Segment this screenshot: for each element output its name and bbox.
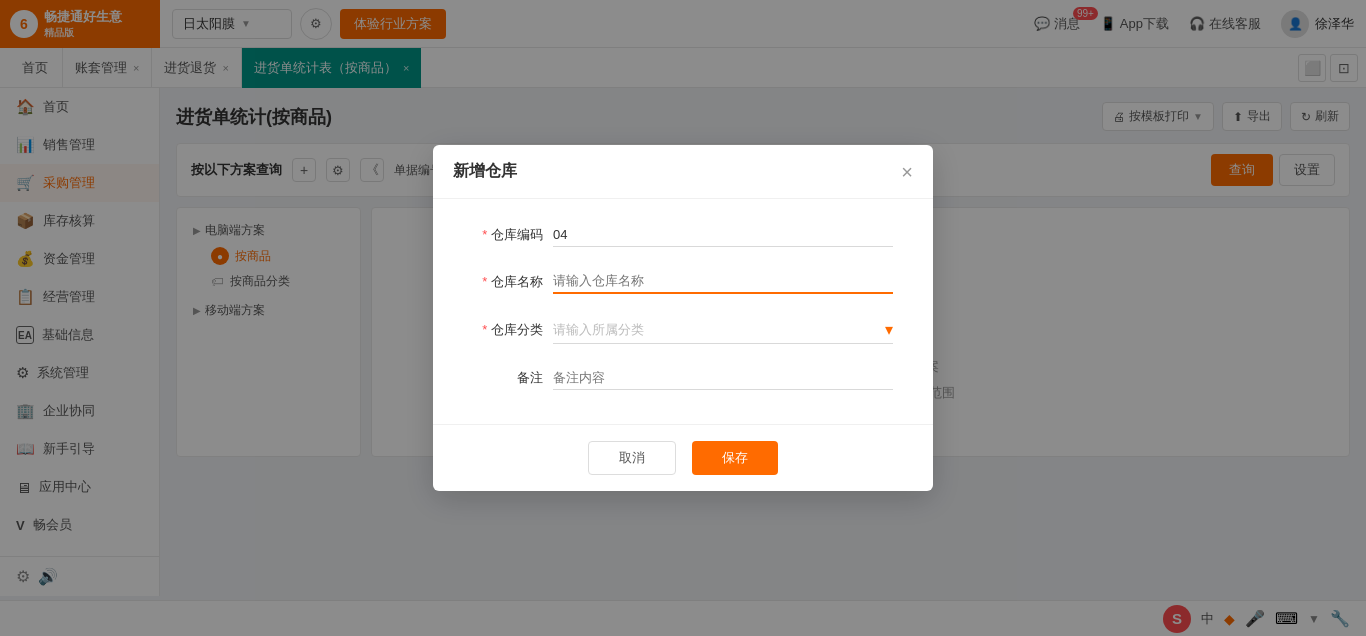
category-label: * 仓库分类 [473, 321, 543, 339]
note-input[interactable] [553, 366, 893, 390]
dialog-footer: 取消 保存 [433, 424, 933, 491]
category-placeholder: 请输入所属分类 [553, 321, 885, 339]
category-dropdown-icon: ▾ [885, 320, 893, 339]
dialog-box: 新增仓库 × * 仓库编码 * 仓库名称 [433, 145, 933, 491]
dialog-title: 新增仓库 [453, 161, 517, 182]
dialog-header: 新增仓库 × [433, 145, 933, 199]
code-label: * 仓库编码 [473, 226, 543, 244]
save-button[interactable]: 保存 [692, 441, 778, 475]
note-field-row: 备注 [473, 366, 893, 390]
dialog-close-icon[interactable]: × [901, 162, 913, 182]
name-label: * 仓库名称 [473, 273, 543, 291]
modal-overlay: 新增仓库 × * 仓库编码 * 仓库名称 [0, 0, 1366, 636]
name-input[interactable] [553, 269, 893, 294]
note-label: 备注 [473, 369, 543, 387]
category-field-row: * 仓库分类 请输入所属分类 ▾ [473, 316, 893, 344]
cancel-button[interactable]: 取消 [588, 441, 676, 475]
name-field-row: * 仓库名称 [473, 269, 893, 294]
code-field-row: * 仓库编码 [473, 223, 893, 247]
code-input[interactable] [553, 223, 893, 247]
dialog-body: * 仓库编码 * 仓库名称 * 仓库分类 请输入 [433, 199, 933, 424]
category-select[interactable]: 请输入所属分类 ▾ [553, 316, 893, 344]
